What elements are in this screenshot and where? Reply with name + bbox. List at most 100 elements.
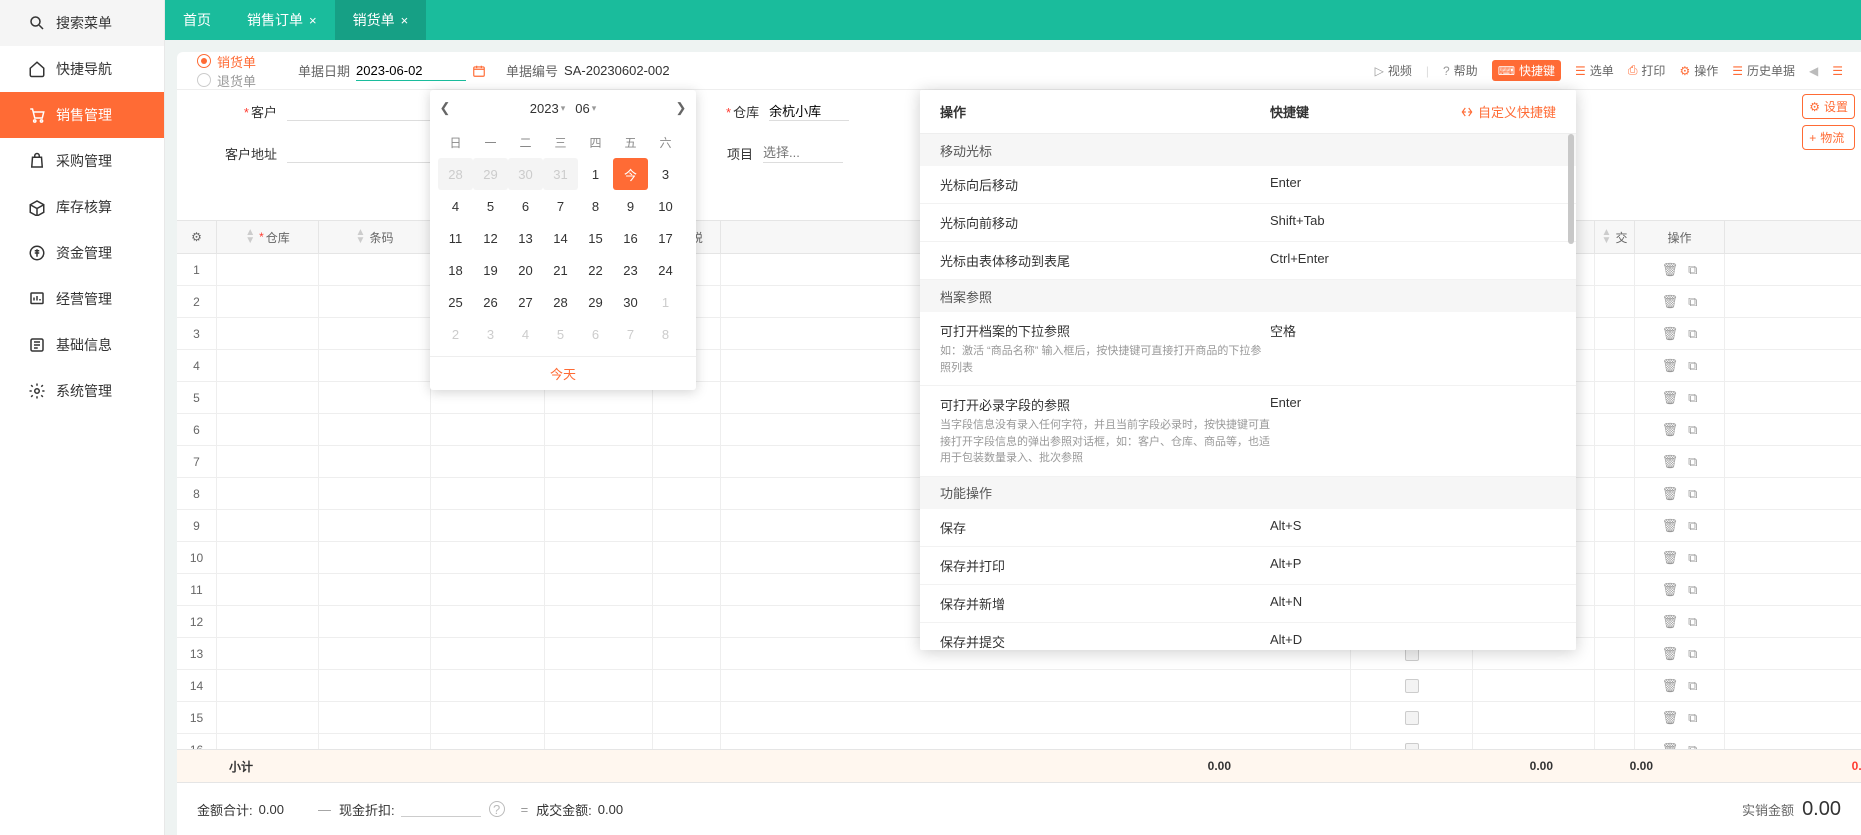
col-head-2[interactable]: ▲▼条码 — [319, 221, 431, 253]
calendar-day[interactable]: 1 — [648, 286, 683, 318]
calendar-day[interactable]: 27 — [508, 286, 543, 318]
copy-icon[interactable]: ⧉ — [1688, 454, 1697, 470]
cell[interactable] — [319, 574, 431, 605]
row-actions[interactable]: 🗑⧉ — [1635, 734, 1725, 749]
row-number[interactable]: 14 — [177, 670, 217, 701]
calendar-day[interactable]: 30 — [508, 158, 543, 190]
row-actions[interactable]: 🗑⧉ — [1635, 382, 1725, 413]
cell[interactable] — [653, 606, 721, 637]
row-actions[interactable]: 🗑⧉ — [1635, 638, 1725, 669]
delete-icon[interactable]: 🗑 — [1662, 550, 1679, 566]
calendar-day[interactable]: 11 — [438, 222, 473, 254]
row-actions[interactable]: 🗑⧉ — [1635, 702, 1725, 733]
calendar-day[interactable]: 7 — [613, 318, 648, 350]
row-number[interactable]: 13 — [177, 638, 217, 669]
cell[interactable] — [1595, 734, 1635, 749]
cell[interactable] — [217, 318, 319, 349]
cell[interactable] — [545, 414, 653, 445]
calendar-day[interactable]: 15 — [578, 222, 613, 254]
copy-icon[interactable]: ⧉ — [1688, 550, 1697, 566]
calendar-day[interactable]: 21 — [543, 254, 578, 286]
cell[interactable] — [545, 478, 653, 509]
cell[interactable] — [217, 542, 319, 573]
cell[interactable] — [653, 478, 721, 509]
col-head-1[interactable]: ▲▼*仓库 — [217, 221, 319, 253]
warehouse-input[interactable] — [769, 101, 849, 121]
gift-checkbox-cell[interactable] — [1351, 734, 1473, 749]
row-number[interactable]: 8 — [177, 478, 217, 509]
calendar-day[interactable]: 12 — [473, 222, 508, 254]
settings-button[interactable]: ⚙设置 — [1802, 94, 1855, 119]
gift-checkbox-cell[interactable] — [1351, 702, 1473, 733]
cell[interactable] — [217, 286, 319, 317]
col-head-0[interactable]: ⚙ — [177, 221, 217, 253]
calendar-day[interactable]: 5 — [543, 318, 578, 350]
cell[interactable] — [319, 446, 431, 477]
calendar-day[interactable]: 2 — [438, 318, 473, 350]
checkbox[interactable] — [1405, 679, 1419, 693]
calendar-today-button[interactable]: 今天 — [430, 356, 696, 390]
cell[interactable] — [319, 670, 431, 701]
cell[interactable] — [653, 670, 721, 701]
copy-icon[interactable]: ⧉ — [1688, 710, 1697, 726]
delete-icon[interactable]: 🗑 — [1662, 486, 1679, 502]
doc-type-radio-1[interactable]: 退货单 — [197, 71, 256, 90]
cell[interactable] — [1595, 286, 1635, 317]
table-row[interactable]: 14 🗑⧉ — [177, 670, 1861, 702]
tab-2[interactable]: 销货单× — [335, 0, 427, 40]
row-actions[interactable]: 🗑⧉ — [1635, 670, 1725, 701]
cell[interactable] — [1595, 254, 1635, 285]
cell[interactable] — [319, 638, 431, 669]
delete-icon[interactable]: 🗑 — [1662, 294, 1679, 310]
cell[interactable] — [217, 670, 319, 701]
sidebar-item-8[interactable]: 系统管理 — [0, 368, 164, 414]
doc-date-input[interactable] — [356, 61, 466, 81]
calendar-day[interactable]: 4 — [508, 318, 543, 350]
calendar-day[interactable]: 18 — [438, 254, 473, 286]
calendar-day[interactable]: 1 — [578, 158, 613, 190]
cell[interactable] — [545, 510, 653, 541]
sidebar-item-0[interactable]: 搜索菜单 — [0, 0, 164, 46]
cell[interactable] — [319, 542, 431, 573]
copy-icon[interactable]: ⧉ — [1688, 262, 1697, 278]
cell[interactable] — [319, 382, 431, 413]
calendar-day[interactable]: 6 — [508, 190, 543, 222]
row-actions[interactable]: 🗑⧉ — [1635, 606, 1725, 637]
delete-icon[interactable]: 🗑 — [1662, 262, 1679, 278]
delete-icon[interactable]: 🗑 — [1662, 582, 1679, 598]
cell[interactable] — [431, 510, 545, 541]
calendar-day[interactable]: 4 — [438, 190, 473, 222]
cell[interactable] — [721, 702, 1351, 733]
cell[interactable] — [319, 318, 431, 349]
cell[interactable] — [545, 574, 653, 605]
cell[interactable] — [217, 734, 319, 749]
calendar-day[interactable]: 26 — [473, 286, 508, 318]
cell[interactable] — [1595, 382, 1635, 413]
delete-icon[interactable]: 🗑 — [1662, 710, 1679, 726]
calendar-day[interactable]: 3 — [648, 158, 683, 190]
delete-icon[interactable]: 🗑 — [1662, 518, 1679, 534]
copy-icon[interactable]: ⧉ — [1688, 646, 1697, 662]
cell[interactable] — [217, 446, 319, 477]
cell[interactable] — [431, 478, 545, 509]
cell[interactable] — [431, 670, 545, 701]
row-number[interactable]: 6 — [177, 414, 217, 445]
cell[interactable] — [319, 286, 431, 317]
doc-type-radio-0[interactable]: 销货单 — [197, 52, 256, 71]
cell[interactable] — [653, 414, 721, 445]
sidebar-item-1[interactable]: 快捷导航 — [0, 46, 164, 92]
cell[interactable] — [319, 254, 431, 285]
calendar-next-icon[interactable]: ❯ — [666, 90, 696, 126]
cell[interactable] — [217, 254, 319, 285]
calendar-day[interactable]: 9 — [613, 190, 648, 222]
project-input[interactable] — [763, 143, 843, 163]
calendar-month[interactable]: 06 — [575, 101, 596, 116]
cell[interactable] — [1473, 734, 1595, 749]
cell[interactable] — [217, 350, 319, 381]
cell[interactable] — [653, 574, 721, 605]
checkbox[interactable] — [1405, 711, 1419, 725]
cell[interactable] — [217, 382, 319, 413]
calendar-day[interactable]: 29 — [578, 286, 613, 318]
toolbar-menu-icon[interactable]: ☰ — [1832, 64, 1843, 78]
hotkey-custom-button[interactable]: 自定义快捷键 — [1460, 102, 1556, 121]
